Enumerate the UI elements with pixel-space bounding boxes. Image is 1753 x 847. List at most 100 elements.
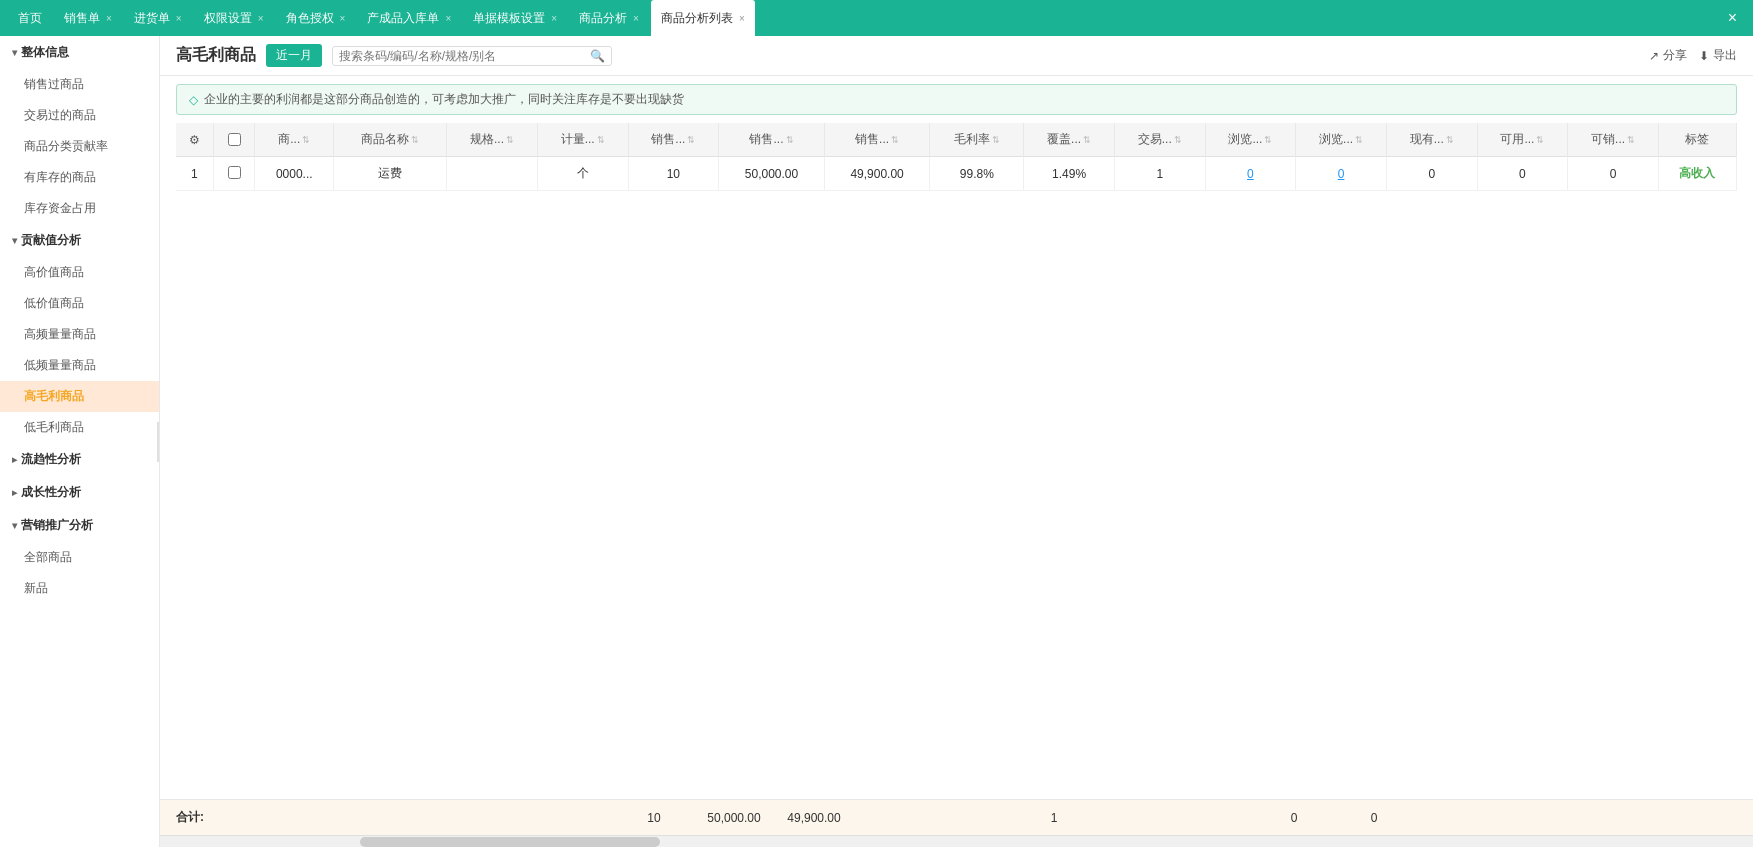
cell-browse2[interactable]: 0 bbox=[1296, 157, 1387, 191]
col-header-available1[interactable]: 现有...⇅ bbox=[1386, 123, 1477, 157]
topbar-label: 角色授权 bbox=[286, 10, 334, 27]
tag-label: 高收入 bbox=[1679, 166, 1715, 180]
sidebar-item-product-contribution[interactable]: 商品分类贡献率 bbox=[0, 131, 159, 162]
footer-available1: 0 bbox=[1254, 811, 1334, 825]
browse-link[interactable]: 0 bbox=[1247, 167, 1254, 181]
search-input[interactable] bbox=[339, 49, 586, 63]
topbar-close-sales-order[interactable]: × bbox=[106, 13, 112, 24]
col-header-spec[interactable]: 规格...⇅ bbox=[447, 123, 538, 157]
topbar-item-product-analysis-list[interactable]: 商品分析列表× bbox=[651, 0, 755, 36]
page-title: 高毛利商品 bbox=[176, 45, 256, 66]
export-button[interactable]: ⬇ 导出 bbox=[1699, 47, 1737, 64]
sort-icon-trade_count: ⇅ bbox=[1174, 135, 1182, 145]
sidebar-item-stock-capital[interactable]: 库存资金占用 bbox=[0, 193, 159, 224]
topbar-close-product-analysis[interactable]: × bbox=[633, 13, 639, 24]
topbar-item-permission-settings[interactable]: 权限设置 × bbox=[194, 0, 274, 36]
topbar-item-product-entry[interactable]: 产成品入库单× bbox=[357, 0, 461, 36]
col-header-unit[interactable]: 计量...⇅ bbox=[537, 123, 628, 157]
col-header-available2[interactable]: 可用...⇅ bbox=[1477, 123, 1568, 157]
cell-trade_count: 1 bbox=[1114, 157, 1205, 191]
cell-code: 0000... bbox=[255, 157, 334, 191]
topbar-label: 单据模板设置 bbox=[473, 10, 545, 27]
cell-saleable: 0 bbox=[1568, 157, 1659, 191]
cell-index: 1 bbox=[176, 157, 213, 191]
sidebar-item-traded-products[interactable]: 交易过的商品 bbox=[0, 100, 159, 131]
sidebar-item-stocked-products[interactable]: 有库存的商品 bbox=[0, 162, 159, 193]
sort-icon-available2: ⇅ bbox=[1536, 135, 1544, 145]
topbar-close-template-settings[interactable]: × bbox=[551, 13, 557, 24]
cell-available2: 0 bbox=[1477, 157, 1568, 191]
sort-icon-sales_cost: ⇅ bbox=[891, 135, 899, 145]
footer-available2: 0 bbox=[1334, 811, 1414, 825]
col-header-code[interactable]: 商...⇅ bbox=[255, 123, 334, 157]
topbar-close-product-entry[interactable]: × bbox=[445, 13, 451, 24]
search-icon[interactable]: 🔍 bbox=[590, 49, 605, 63]
topbar-item-sales-order[interactable]: 销售单 × bbox=[54, 0, 122, 36]
sort-icon-browse2: ⇅ bbox=[1355, 135, 1363, 145]
topbar-label: 权限设置 bbox=[204, 10, 252, 27]
sidebar-group-growth-analysis[interactable]: ▸成长性分析 bbox=[0, 476, 159, 509]
share-icon: ↗ bbox=[1649, 49, 1659, 63]
sort-icon-name: ⇅ bbox=[411, 135, 419, 145]
sidebar-item-low-value[interactable]: 低价值商品 bbox=[0, 288, 159, 319]
sidebar-group-wealth-analysis[interactable]: ▾贡献值分析 bbox=[0, 224, 159, 257]
sidebar-group-label-wealth-analysis: 贡献值分析 bbox=[21, 232, 81, 249]
topbar-close-all-button[interactable]: × bbox=[1720, 5, 1745, 31]
topbar-item-role-permission[interactable]: 角色授权 × bbox=[276, 0, 356, 36]
col-header-trade_count[interactable]: 交易...⇅ bbox=[1114, 123, 1205, 157]
table-container: ⚙商...⇅商品名称⇅规格...⇅计量...⇅销售...⇅销售...⇅销售...… bbox=[176, 123, 1737, 799]
topbar-close-purchase-order[interactable]: × bbox=[176, 13, 182, 24]
sidebar-item-high-value[interactable]: 高价值商品 bbox=[0, 257, 159, 288]
share-button[interactable]: ↗ 分享 bbox=[1649, 47, 1687, 64]
sort-icon-browse1: ⇅ bbox=[1264, 135, 1272, 145]
export-icon: ⬇ bbox=[1699, 49, 1709, 63]
col-header-sales_cost[interactable]: 销售...⇅ bbox=[824, 123, 930, 157]
sidebar-item-low-freq[interactable]: 低频量量商品 bbox=[0, 350, 159, 381]
footer-label: 合计: bbox=[176, 809, 204, 826]
col-header-browse2[interactable]: 浏览...⇅ bbox=[1296, 123, 1387, 157]
col-header-saleable[interactable]: 可销...⇅ bbox=[1568, 123, 1659, 157]
scroll-thumb[interactable] bbox=[360, 837, 660, 847]
sidebar-item-high-freq[interactable]: 高频量量商品 bbox=[0, 319, 159, 350]
col-header-sales_amount[interactable]: 销售...⇅ bbox=[719, 123, 825, 157]
sidebar-item-sales-products[interactable]: 销售过商品 bbox=[0, 69, 159, 100]
sidebar-item-all-products[interactable]: 全部商品 bbox=[0, 542, 159, 573]
sidebar-collapse-button[interactable]: « bbox=[157, 422, 160, 462]
settings-icon[interactable]: ⚙ bbox=[189, 133, 200, 147]
sidebar-group-marketing-analysis[interactable]: ▾营销推广分析 bbox=[0, 509, 159, 542]
sidebar-item-high-margin[interactable]: 高毛利商品 bbox=[0, 381, 159, 412]
col-header-name[interactable]: 商品名称⇅ bbox=[334, 123, 447, 157]
cell-sales_cost: 49,900.00 bbox=[824, 157, 930, 191]
topbar-close-role-permission[interactable]: × bbox=[340, 13, 346, 24]
topbar-item-purchase-order[interactable]: 进货单× bbox=[124, 0, 192, 36]
browse-link[interactable]: 0 bbox=[1338, 167, 1345, 181]
data-table: ⚙商...⇅商品名称⇅规格...⇅计量...⇅销售...⇅销售...⇅销售...… bbox=[176, 123, 1737, 191]
sort-icon-sales_qty: ⇅ bbox=[687, 135, 695, 145]
topbar-item-template-settings[interactable]: 单据模板设置 × bbox=[463, 0, 567, 36]
sidebar-group-label-trend-analysis: 流趋性分析 bbox=[21, 451, 81, 468]
topbar-item-home[interactable]: 首页 bbox=[8, 0, 52, 36]
filter-last-month-button[interactable]: 近一月 bbox=[266, 44, 322, 67]
sidebar-item-new-products[interactable]: 新品 bbox=[0, 573, 159, 604]
sidebar-group-label-overall-info: 整体信息 bbox=[21, 44, 69, 61]
topbar-label: 销售单 bbox=[64, 10, 100, 27]
col-header-coverage[interactable]: 覆盖...⇅ bbox=[1024, 123, 1115, 157]
content-header: 高毛利商品 近一月 🔍 ↗ 分享 ⬇ 导出 bbox=[160, 36, 1753, 76]
col-header-sales_qty[interactable]: 销售...⇅ bbox=[628, 123, 719, 157]
topbar-item-product-analysis[interactable]: 商品分析× bbox=[569, 0, 649, 36]
col-header-browse1[interactable]: 浏览...⇅ bbox=[1205, 123, 1296, 157]
topbar-close-product-analysis-list[interactable]: × bbox=[739, 13, 745, 24]
bottom-scrollbar[interactable] bbox=[160, 835, 1753, 847]
row-checkbox[interactable] bbox=[228, 166, 241, 179]
info-icon: ◇ bbox=[189, 93, 198, 107]
topbar: 首页销售单×进货单×权限设置×角色授权×产成品入库单×单据模板设置×商品分析×商… bbox=[0, 0, 1753, 36]
cell-browse1[interactable]: 0 bbox=[1205, 157, 1296, 191]
footer-cells: 10 50,000.00 49,900.00 1 0 0 bbox=[214, 811, 1737, 825]
sidebar-group-trend-analysis[interactable]: ▸流趋性分析 bbox=[0, 443, 159, 476]
sidebar-group-overall-info[interactable]: ▾整体信息 bbox=[0, 36, 159, 69]
select-all-checkbox[interactable] bbox=[228, 133, 241, 146]
topbar-close-permission-settings[interactable]: × bbox=[258, 13, 264, 24]
sidebar-item-low-margin[interactable]: 低毛利商品 bbox=[0, 412, 159, 443]
col-header-margin_rate[interactable]: 毛利率⇅ bbox=[930, 123, 1024, 157]
cell-name: 运费 bbox=[334, 157, 447, 191]
